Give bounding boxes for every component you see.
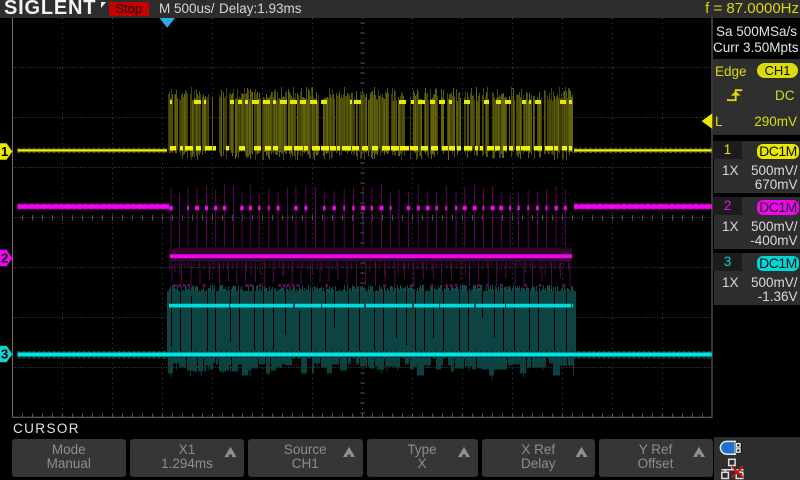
svg-text:3: 3 <box>1 347 8 362</box>
svg-text:2: 2 <box>1 251 8 266</box>
svg-text:1: 1 <box>1 144 8 159</box>
